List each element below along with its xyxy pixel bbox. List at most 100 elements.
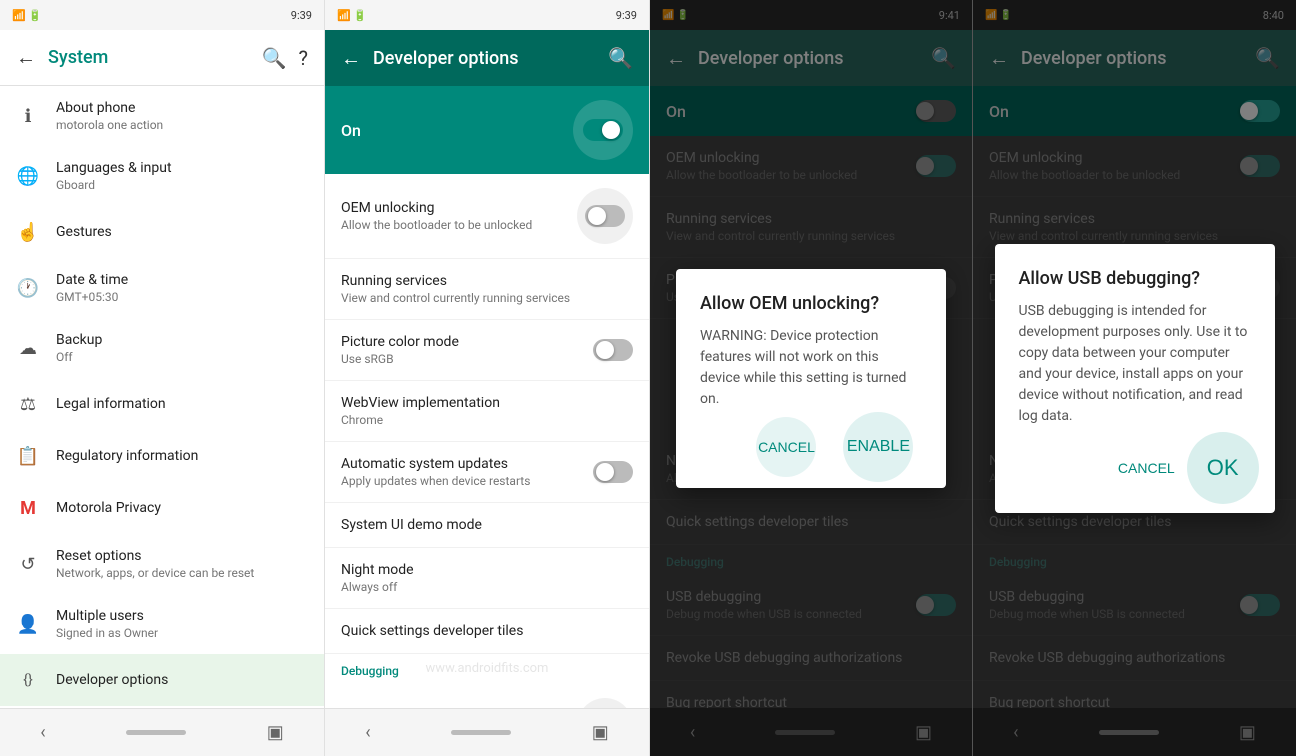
- sidebar-subtitle-backup: Off: [56, 350, 102, 364]
- sidebar-title-languages: Languages & input: [56, 160, 172, 176]
- sidebar-item-users[interactable]: 👤 Multiple users Signed in as Owner: [0, 594, 324, 654]
- page-title-left: System: [48, 47, 250, 68]
- sidebar-item-gestures[interactable]: ☝ Gestures: [0, 206, 324, 258]
- developer-icon: {}: [16, 668, 40, 692]
- oem-unlocking-item[interactable]: OEM unlocking Allow the bootloader to be…: [325, 174, 649, 259]
- quick-settings-item[interactable]: Quick settings developer tiles: [325, 609, 649, 654]
- developer-options-list: OEM unlocking Allow the bootloader to be…: [325, 174, 649, 708]
- oem-unlocking-title: OEM unlocking: [341, 200, 532, 216]
- top-bar-left: ← System 🔍 ?: [0, 30, 324, 86]
- status-bar-left: 📶 🔋 9:39: [0, 0, 324, 30]
- auto-updates-title: Automatic system updates: [341, 456, 530, 472]
- night-mode-subtitle: Always off: [341, 580, 414, 594]
- status-bar-mid: 📶 🔋 9:39: [325, 0, 649, 30]
- oem-dialog-panel: 📶 🔋 9:41 ← Developer options 🔍 On OEM un…: [650, 0, 973, 756]
- sidebar-item-datetime[interactable]: 🕐 Date & time GMT+05:30: [0, 258, 324, 318]
- reset-icon: ↺: [16, 552, 40, 576]
- oem-unlocking-subtitle: Allow the bootloader to be unlocked: [341, 218, 532, 232]
- users-icon: 👤: [16, 612, 40, 636]
- picture-color-title: Picture color mode: [341, 334, 459, 350]
- sidebar-item-languages[interactable]: 🌐 Languages & input Gboard: [0, 146, 324, 206]
- running-services-item[interactable]: Running services View and control curren…: [325, 259, 649, 320]
- usb-dialog-overlay: Allow USB debugging? USB debugging is in…: [973, 0, 1296, 756]
- sidebar-title-motorola-privacy: Motorola Privacy: [56, 500, 161, 516]
- developer-on-toggle[interactable]: [583, 119, 623, 141]
- picture-color-toggle[interactable]: [593, 339, 633, 361]
- back-icon-mid[interactable]: ←: [341, 46, 361, 71]
- oem-dialog-actions: Cancel Enable: [700, 430, 922, 464]
- sidebar-item-legal[interactable]: ⚖ Legal information: [0, 378, 324, 430]
- auto-updates-item[interactable]: Automatic system updates Apply updates w…: [325, 442, 649, 503]
- sidebar-title-datetime: Date & time: [56, 272, 128, 288]
- sidebar-title-about: About phone: [56, 100, 163, 116]
- sidebar-item-backup[interactable]: ☁ Backup Off: [0, 318, 324, 378]
- back-icon-left[interactable]: ←: [16, 45, 36, 70]
- sidebar-subtitle-languages: Gboard: [56, 178, 172, 192]
- oem-dialog: Allow OEM unlocking? WARNING: Device pro…: [676, 269, 946, 488]
- usb-dialog-actions: Cancel OK: [1019, 447, 1251, 489]
- sidebar-subtitle-datetime: GMT+05:30: [56, 290, 128, 304]
- usb-debugging-item[interactable]: USB debugging Debug mode when USB is con…: [325, 684, 649, 708]
- help-icon-left[interactable]: ?: [299, 46, 308, 70]
- sidebar-item-motorola-privacy[interactable]: M Motorola Privacy: [0, 482, 324, 534]
- sidebar-title-users: Multiple users: [56, 608, 158, 624]
- motorola-icon: M: [16, 496, 40, 520]
- oem-dialog-body: WARNING: Device protection features will…: [700, 326, 922, 410]
- sidebar-subtitle-users: Signed in as Owner: [56, 626, 158, 640]
- system-settings-panel: 📶 🔋 9:39 ← System 🔍 ? ℹ About phone moto…: [0, 0, 325, 756]
- nav-recents-mid[interactable]: ▣: [592, 722, 609, 743]
- clock-icon: 🕐: [16, 276, 40, 300]
- sidebar-title-regulatory: Regulatory information: [56, 448, 198, 464]
- webview-title: WebView implementation: [341, 395, 500, 411]
- sidebar-list: ℹ About phone motorola one action 🌐 Lang…: [0, 86, 324, 708]
- sidebar-title-backup: Backup: [56, 332, 102, 348]
- usb-cancel-button[interactable]: Cancel: [1106, 447, 1187, 489]
- regulatory-icon: 📋: [16, 444, 40, 468]
- nav-home-mid[interactable]: [451, 730, 511, 735]
- picture-color-item[interactable]: Picture color mode Use sRGB: [325, 320, 649, 381]
- nav-recents-left[interactable]: ▣: [267, 722, 284, 743]
- usb-dialog-title: Allow USB debugging?: [1019, 268, 1251, 289]
- developer-on-toggle-container: [573, 100, 633, 160]
- developer-on-row[interactable]: On: [325, 86, 649, 174]
- running-services-subtitle: View and control currently running servi…: [341, 291, 570, 305]
- system-ui-item[interactable]: System UI demo mode: [325, 503, 649, 548]
- nav-back-mid[interactable]: ‹: [365, 722, 370, 743]
- nav-home-left[interactable]: [126, 730, 186, 735]
- backup-icon: ☁: [16, 336, 40, 360]
- search-icon-left[interactable]: 🔍: [262, 46, 287, 70]
- webview-item[interactable]: WebView implementation Chrome: [325, 381, 649, 442]
- sidebar-item-regulatory[interactable]: 📋 Regulatory information: [0, 430, 324, 482]
- sidebar-title-legal: Legal information: [56, 396, 166, 412]
- nav-bar-mid: ‹ ▣: [325, 708, 649, 756]
- sidebar-item-developer[interactable]: {} Developer options: [0, 654, 324, 706]
- sidebar-title-gestures: Gestures: [56, 224, 112, 240]
- sidebar-item-about[interactable]: ℹ About phone motorola one action: [0, 86, 324, 146]
- search-icon-mid[interactable]: 🔍: [608, 46, 633, 70]
- webview-subtitle: Chrome: [341, 413, 500, 427]
- picture-color-subtitle: Use sRGB: [341, 352, 459, 366]
- oem-unlocking-toggle[interactable]: [585, 205, 625, 227]
- usb-dialog: Allow USB debugging? USB debugging is in…: [995, 244, 1275, 513]
- nav-back-left[interactable]: ‹: [40, 722, 45, 743]
- auto-updates-toggle[interactable]: [593, 461, 633, 483]
- sidebar-subtitle-about: motorola one action: [56, 118, 163, 132]
- usb-dialog-panel: 📶 🔋 8:40 ← Developer options 🔍 On OEM un…: [973, 0, 1296, 756]
- oem-dialog-title: Allow OEM unlocking?: [700, 293, 922, 314]
- status-icons-mid: 📶 🔋: [337, 9, 367, 22]
- auto-updates-subtitle: Apply updates when device restarts: [341, 474, 530, 488]
- status-icons-left: 📶 🔋: [12, 9, 42, 22]
- running-services-title: Running services: [341, 273, 570, 289]
- nav-bar-left: ‹ ▣: [0, 708, 324, 756]
- status-time-left: 9:39: [291, 9, 312, 22]
- top-bar-mid: ← Developer options 🔍: [325, 30, 649, 86]
- sidebar-item-reset[interactable]: ↺ Reset options Network, apps, or device…: [0, 534, 324, 594]
- gestures-icon: ☝: [16, 220, 40, 244]
- legal-icon: ⚖: [16, 392, 40, 416]
- system-ui-title: System UI demo mode: [341, 517, 482, 533]
- night-mode-title: Night mode: [341, 562, 414, 578]
- page-title-mid: Developer options: [373, 48, 596, 69]
- status-time-mid: 9:39: [616, 9, 637, 22]
- night-mode-item[interactable]: Night mode Always off: [325, 548, 649, 609]
- developer-on-label: On: [341, 121, 361, 140]
